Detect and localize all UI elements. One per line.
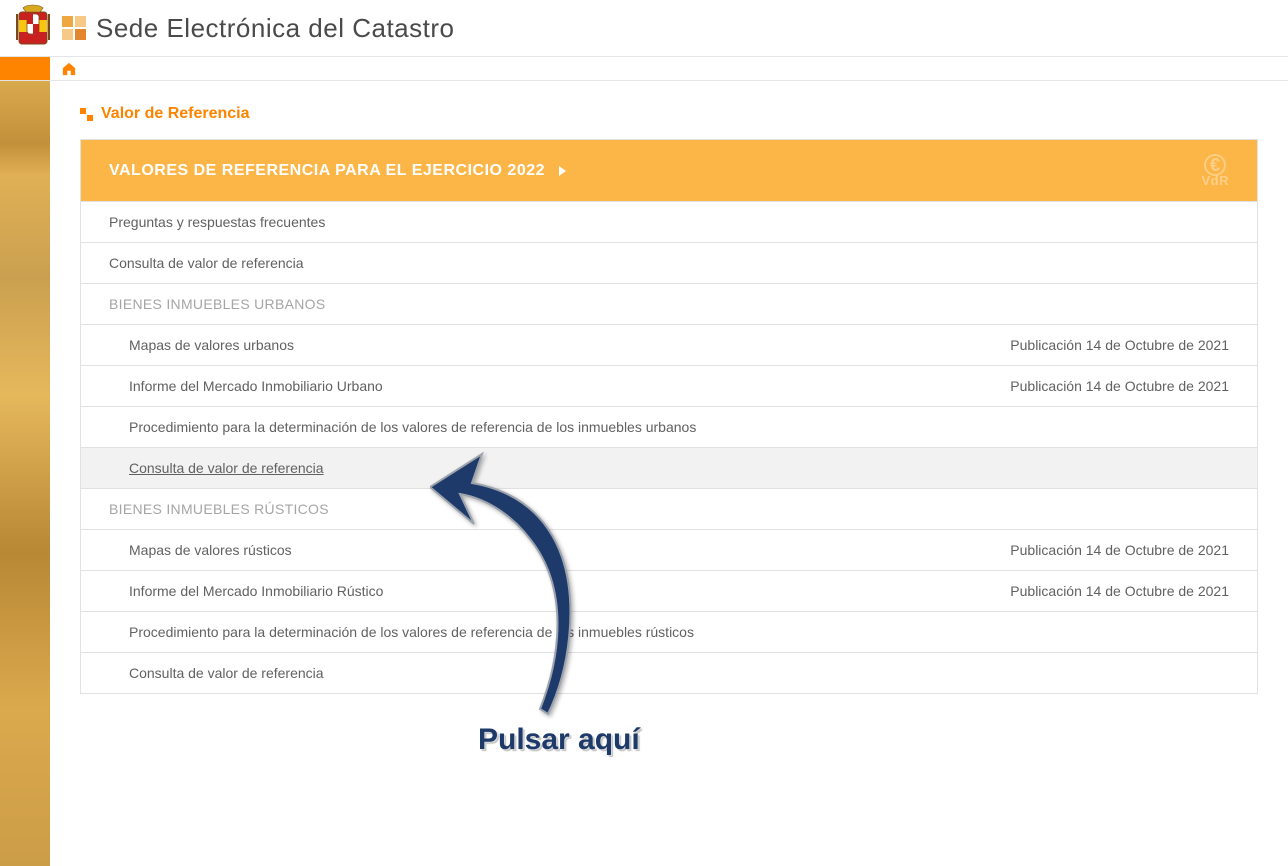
list-item-label: Informe del Mercado Inmobiliario Rústico	[129, 583, 990, 599]
breadcrumb-bar	[0, 57, 1288, 81]
site-title: Sede Electrónica del Catastro	[96, 13, 454, 44]
list-item[interactable]: Preguntas y respuestas frecuentes	[81, 201, 1257, 242]
home-icon	[62, 62, 76, 76]
panel-header-label: VALORES DE REFERENCIA PARA EL EJERCICIO …	[109, 162, 545, 180]
list-item-label: Mapas de valores urbanos	[129, 337, 990, 353]
list-item[interactable]: Consulta de valor de referencia	[81, 242, 1257, 283]
list-item[interactable]: Mapas de valores rústicosPublicación 14 …	[81, 529, 1257, 570]
vdr-badge-icon: € VdR	[1202, 154, 1230, 187]
page-title: Valor de Referencia	[80, 105, 1258, 123]
list-item[interactable]: Informe del Mercado Inmobiliario Rústico…	[81, 570, 1257, 611]
list-item[interactable]: Procedimiento para la determinación de l…	[81, 406, 1257, 447]
callout-text: Pulsar aquí	[478, 723, 640, 757]
list-item-label: Procedimiento para la determinación de l…	[129, 624, 1229, 640]
list-item-label: BIENES INMUEBLES RÚSTICOS	[109, 501, 1229, 517]
list-item-meta: Publicación 14 de Octubre de 2021	[990, 378, 1229, 394]
list-item[interactable]: Consulta de valor de referencia	[81, 652, 1257, 693]
list-item-label: Mapas de valores rústicos	[129, 542, 990, 558]
list-item-meta: Publicación 14 de Octubre de 2021	[990, 542, 1229, 558]
list-item-label: Consulta de valor de referencia	[129, 665, 1229, 681]
list-item-label: BIENES INMUEBLES URBANOS	[109, 296, 1229, 312]
spain-coat-of-arms-icon	[8, 3, 58, 53]
list-item[interactable]: Consulta de valor de referencia	[81, 447, 1257, 488]
section-header: BIENES INMUEBLES URBANOS	[81, 283, 1257, 324]
list-item-label: Informe del Mercado Inmobiliario Urbano	[129, 378, 990, 394]
page-title-icon	[80, 108, 93, 121]
list-item-label: Procedimiento para la determinación de l…	[129, 419, 1229, 435]
site-header: Sede Electrónica del Catastro	[0, 0, 1288, 57]
list-item-label: Consulta de valor de referencia	[129, 460, 1229, 476]
chevron-right-icon	[559, 166, 566, 176]
list-item[interactable]: Mapas de valores urbanosPublicación 14 d…	[81, 324, 1257, 365]
catastro-logo-icon	[62, 16, 86, 40]
list-item[interactable]: Informe del Mercado Inmobiliario UrbanoP…	[81, 365, 1257, 406]
reference-values-panel: VALORES DE REFERENCIA PARA EL EJERCICIO …	[80, 139, 1258, 694]
list-item[interactable]: Procedimiento para la determinación de l…	[81, 611, 1257, 652]
home-link[interactable]	[50, 57, 76, 80]
panel-header[interactable]: VALORES DE REFERENCIA PARA EL EJERCICIO …	[81, 139, 1257, 201]
panel-rows: Preguntas y respuestas frecuentes Consult…	[81, 201, 1257, 693]
list-item-meta: Publicación 14 de Octubre de 2021	[990, 583, 1229, 599]
list-item-label: Consulta de valor de referencia	[109, 255, 1229, 271]
main-content: Valor de Referencia VALORES DE REFERENCI…	[50, 81, 1288, 866]
list-item-label: Preguntas y respuestas frecuentes	[109, 214, 1229, 230]
list-item-meta: Publicación 14 de Octubre de 2021	[990, 337, 1229, 353]
page-title-text: Valor de Referencia	[101, 105, 250, 123]
section-header: BIENES INMUEBLES RÚSTICOS	[81, 488, 1257, 529]
active-section-indicator	[0, 57, 50, 80]
decorative-sidebar-image	[0, 81, 50, 866]
